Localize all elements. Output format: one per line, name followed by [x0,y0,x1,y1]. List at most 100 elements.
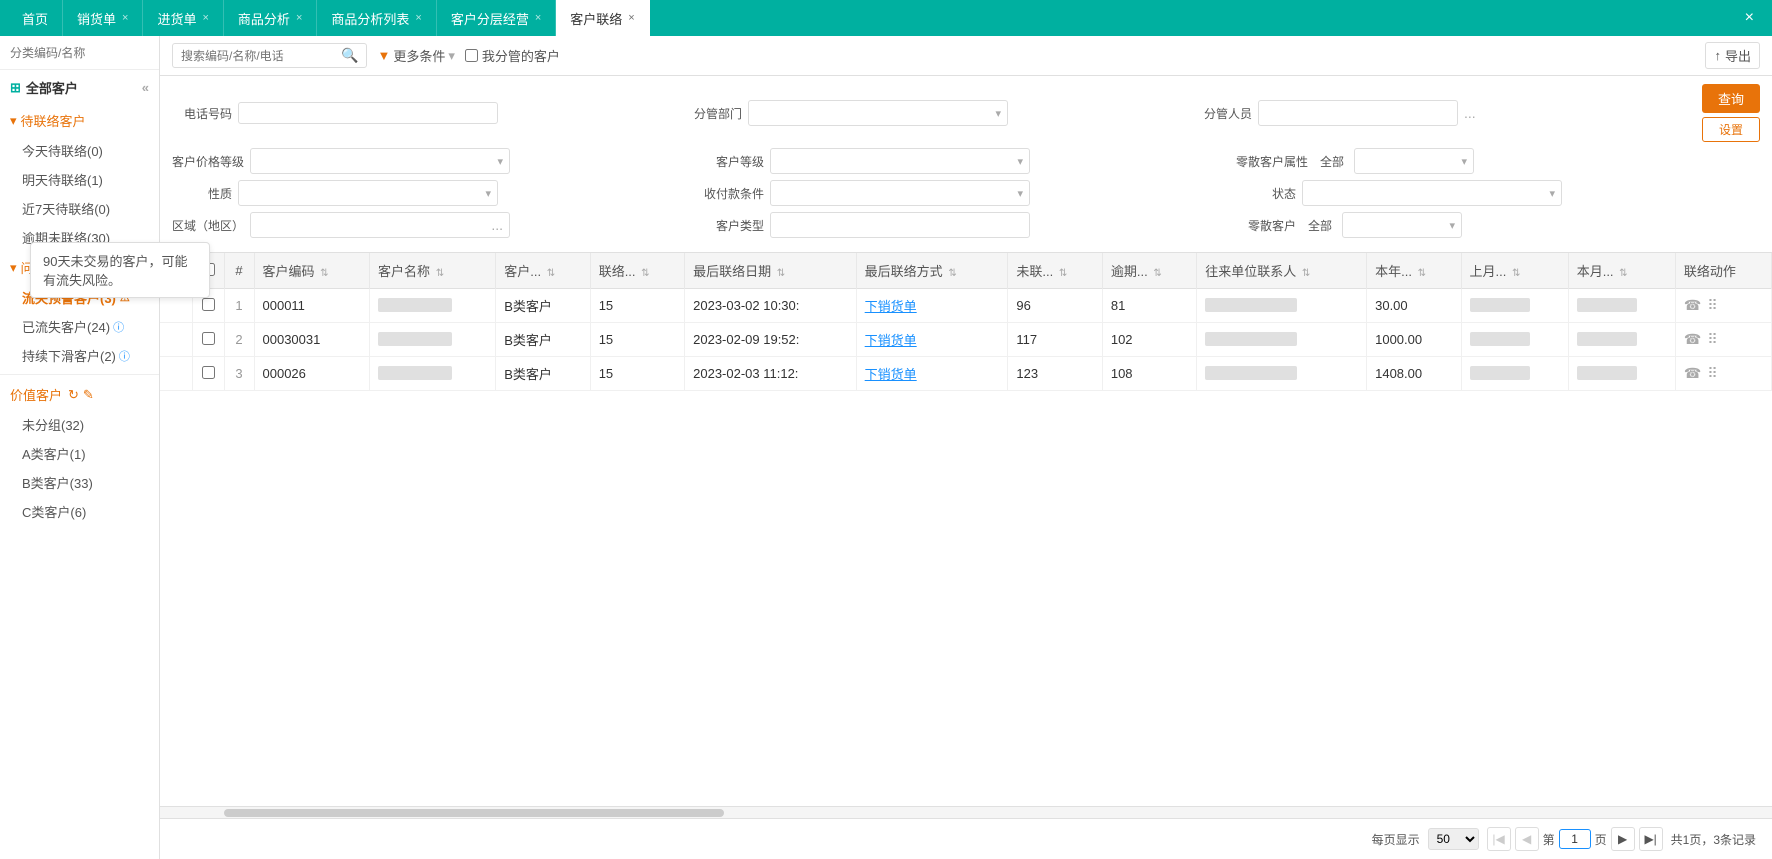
sidebar-item-declining[interactable]: 持续下滑客户(2) ⓘ [0,341,159,370]
search-button[interactable]: 🔍 [341,47,358,64]
info-icon-2: ⓘ [119,348,130,364]
more-conditions-button[interactable]: ▼ 更多条件 ▾ [377,46,454,65]
row-level-cell: B类客户 [496,357,590,391]
tab-customer-link[interactable]: 客户联络 × [556,0,649,36]
col-not-contacted[interactable]: 未联... ⇅ [1008,253,1102,289]
horizontal-scrollbar[interactable] [160,806,1772,818]
contact-method-link[interactable]: 下销货单 [865,299,917,314]
my-customers-checkbox[interactable] [465,49,478,62]
contact-icon[interactable]: ☎ [1684,365,1701,382]
col-unit-contact[interactable]: 往来单位联系人 ⇅ [1197,253,1367,289]
group-arrow-icon-2: ▾ [10,260,17,276]
table-container: ⚙ # 客户编码 ⇅ 客户名称 ⇅ [160,253,1772,806]
action-icons-container: ☎ ⠿ [1684,365,1763,382]
prev-page-button[interactable]: ◀ [1515,827,1539,851]
zero-attr-select[interactable]: ▾ [1354,148,1474,174]
tab-customer-segment[interactable]: 客户分层经营 × [437,0,556,36]
scroll-thumb[interactable] [224,809,724,817]
phone-input[interactable] [238,102,498,124]
last-page-button[interactable]: ▶| [1639,827,1663,851]
tab-analysis-list[interactable]: 商品分析列表 × [317,0,436,36]
col-last-month[interactable]: 上月... ⇅ [1461,253,1568,289]
row-checkbox[interactable] [202,366,215,379]
nature-select[interactable]: ▾ [238,180,498,206]
tab-analysis-list-close[interactable]: × [415,12,421,24]
tab-purchase-close[interactable]: × [202,12,208,24]
row-code-cell: 000011 [254,289,370,323]
grid-icon: ⊞ [10,80,21,96]
sidebar-item-ungrouped[interactable]: 未分组(32) [0,410,159,439]
tab-analysis[interactable]: 商品分析 × [224,0,317,36]
col-level[interactable]: 客户... ⇅ [496,253,590,289]
settings-button[interactable]: 设置 [1702,117,1760,142]
sort-icon: ⇅ [948,268,956,279]
price-level-select[interactable]: ▾ [250,148,510,174]
tab-customer-segment-close[interactable]: × [535,12,541,24]
sidebar-item-b-class[interactable]: B类客户(33) [0,468,159,497]
payment-field: 收付款条件 ▾ [704,180,1228,206]
row-last-month-cell: ██████ [1461,323,1568,357]
contact-method-link[interactable]: 下销货单 [865,367,917,382]
close-all-button[interactable]: × [1735,9,1764,27]
status-select[interactable]: ▾ [1302,180,1562,206]
contact-icon[interactable]: ☎ [1684,331,1701,348]
customer-type-select[interactable] [770,212,1030,238]
tab-home[interactable]: 首页 [8,0,63,36]
export-button[interactable]: ↑ 导出 [1705,42,1760,69]
payment-select[interactable]: ▾ [770,180,1030,206]
sidebar-search-input[interactable] [10,46,160,60]
row-action-cell: ☎ ⠿ [1675,323,1771,357]
zero-attr-chevron-icon: ▾ [1462,155,1468,168]
next-page-button[interactable]: ▶ [1611,827,1635,851]
tab-purchase[interactable]: 进货单 × [143,0,223,36]
tab-analysis-close[interactable]: × [296,12,302,24]
table-row: 3 000026 ████████ B类客户 15 2023-02-03 11:… [160,357,1772,391]
col-last-contact-date[interactable]: 最后联络日期 ⇅ [685,253,857,289]
tab-sales-close[interactable]: × [122,12,128,24]
per-page-select[interactable]: 50 100 200 [1428,828,1479,850]
page-number-input[interactable] [1559,829,1591,849]
tab-sales[interactable]: 销货单 × [63,0,143,36]
more-actions-icon[interactable]: ⠿ [1707,365,1717,382]
sidebar-item-tomorrow[interactable]: 明天待联络(1) [0,165,159,194]
search-input[interactable] [181,49,341,63]
sidebar-item-churned[interactable]: 已流失客户(24) ⓘ [0,312,159,341]
region-select[interactable]: ... [250,212,510,238]
action-buttons: 查询 设置 [1702,84,1760,142]
group-pending-contact[interactable]: ▾ 待联络客户 [0,105,159,136]
collapse-icon: « [142,80,149,95]
col-overdue[interactable]: 逾期... ⇅ [1102,253,1196,289]
query-button[interactable]: 查询 [1702,84,1760,113]
dept-select[interactable]: ▾ [748,100,1008,126]
tab-customer-link-close[interactable]: × [628,12,634,24]
col-contact[interactable]: 联络... ⇅ [590,253,684,289]
zero-customer-select[interactable]: ▾ [1342,212,1462,238]
more-actions-icon[interactable]: ⠿ [1707,297,1717,314]
col-name[interactable]: 客户名称 ⇅ [370,253,496,289]
group-value-customers: 价值客户 ↻ ✎ [0,379,159,410]
contact-method-link[interactable]: 下销货单 [865,333,917,348]
sidebar-item-a-class[interactable]: A类客户(1) [0,439,159,468]
refresh-icon[interactable]: ↻ [68,387,79,403]
tab-bar: 首页 销货单 × 进货单 × 商品分析 × 商品分析列表 × 客户分层经营 × … [0,0,1772,36]
all-customers-header[interactable]: ⊞ 全部客户 « [0,70,159,105]
col-last-contact-method[interactable]: 最后联络方式 ⇅ [856,253,1008,289]
customer-level-select[interactable]: ▾ [770,148,1030,174]
person-select[interactable] [1258,100,1458,126]
contact-icon[interactable]: ☎ [1684,297,1701,314]
first-page-button[interactable]: |◀ [1487,827,1511,851]
row-checkbox[interactable] [202,332,215,345]
col-this-year[interactable]: 本年... ⇅ [1367,253,1461,289]
row-checkbox[interactable] [202,298,215,311]
per-page-label: 每页显示 [1372,831,1420,848]
sidebar-item-week[interactable]: 近7天待联络(0) [0,194,159,223]
col-code[interactable]: 客户编码 ⇅ [254,253,370,289]
col-this-month[interactable]: 本月... ⇅ [1568,253,1675,289]
person-more-icon[interactable]: ... [1464,105,1476,121]
customer-level-label: 客户等级 [704,153,764,170]
sidebar-item-c-class[interactable]: C类客户(6) [0,497,159,526]
sidebar-item-today[interactable]: 今天待联络(0) [0,136,159,165]
region-more-icon[interactable]: ... [491,217,503,233]
edit-icon[interactable]: ✎ [83,387,94,403]
more-actions-icon[interactable]: ⠿ [1707,331,1717,348]
